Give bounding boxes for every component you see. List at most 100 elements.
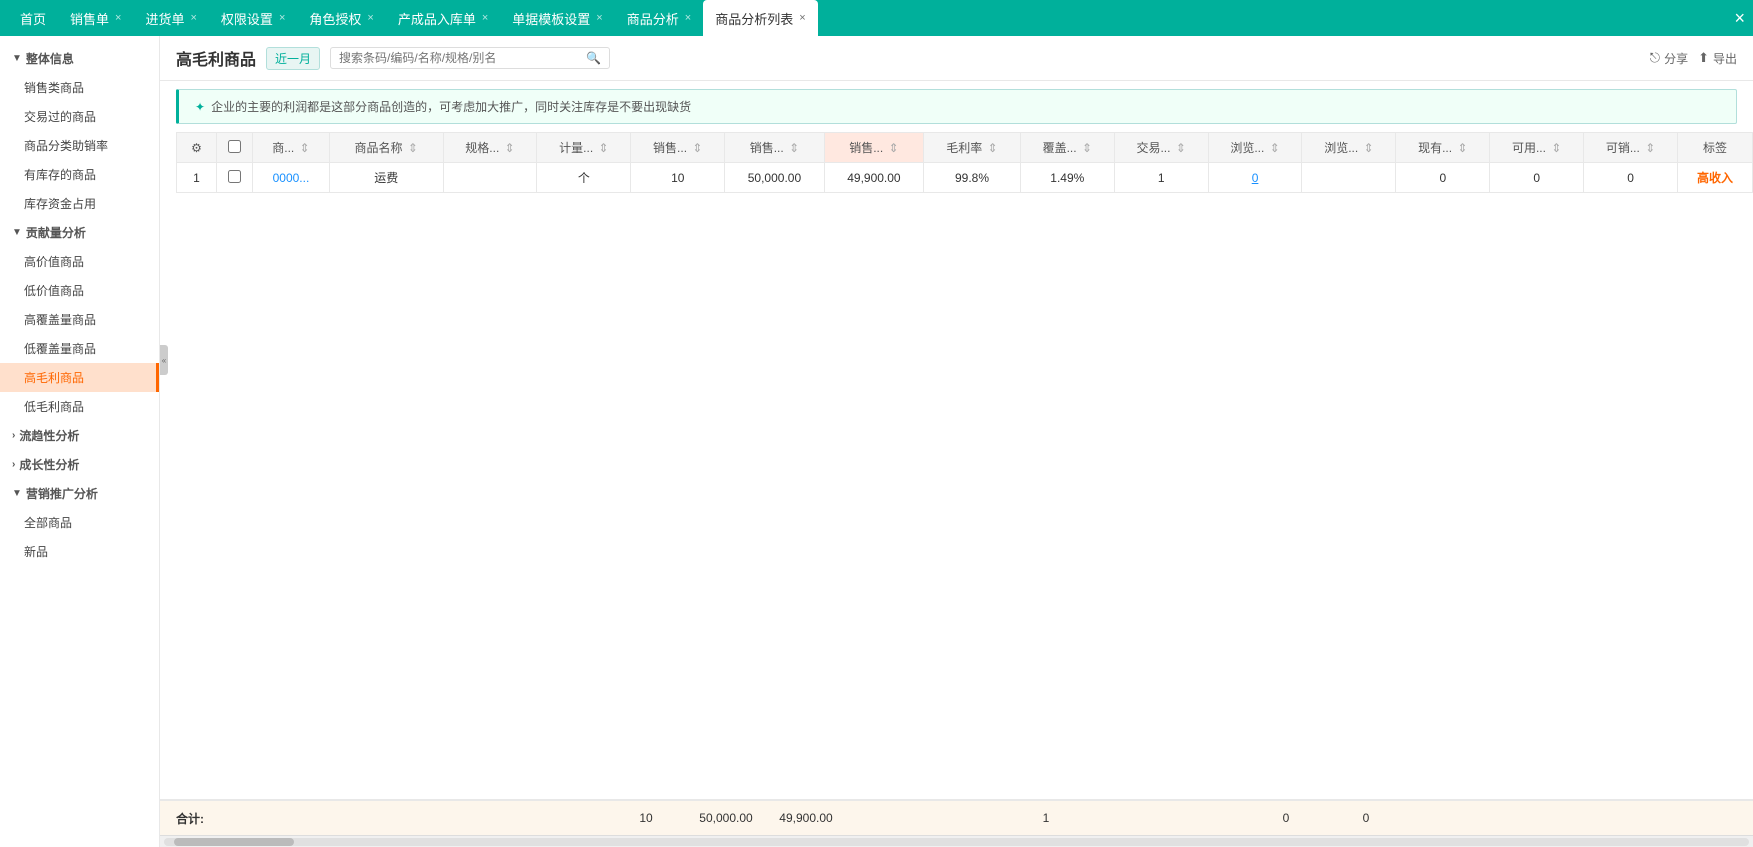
nav-template[interactable]: 单据模板设置 × bbox=[500, 0, 614, 36]
scrollbar-thumb[interactable] bbox=[174, 838, 294, 846]
col-code[interactable]: 商... ⇕ bbox=[253, 133, 330, 163]
settings-icon[interactable]: ⚙ bbox=[191, 141, 202, 155]
sidebar-item-category-rate[interactable]: 商品分类助销率 bbox=[0, 131, 159, 160]
col-settings[interactable]: ⚙ bbox=[177, 133, 217, 163]
col-sales1[interactable]: 销售... ⇕ bbox=[631, 133, 725, 163]
col-stock3[interactable]: 可销... ⇕ bbox=[1584, 133, 1678, 163]
sidebar-section-growth[interactable]: › 成长性分析 bbox=[0, 450, 159, 479]
nav-product-analysis-list[interactable]: 商品分析列表 × bbox=[703, 0, 817, 36]
sidebar-toggle[interactable]: « bbox=[160, 345, 168, 375]
search-input[interactable] bbox=[339, 51, 582, 65]
table-header-row: ⚙ 商... ⇕ 商品名称 ⇕ bbox=[177, 133, 1753, 163]
sort-unit-icon: ⇕ bbox=[599, 141, 609, 155]
col-unit[interactable]: 计量... ⇕ bbox=[537, 133, 631, 163]
close-template-tab[interactable]: × bbox=[596, 12, 602, 24]
col-stock1[interactable]: 现有... ⇕ bbox=[1396, 133, 1490, 163]
cell-code[interactable]: 0000... bbox=[253, 163, 330, 193]
export-icon: ⬆ bbox=[1698, 50, 1709, 66]
col-sales2[interactable]: 销售... ⇕ bbox=[725, 133, 824, 163]
sort-stock3-icon: ⇕ bbox=[1645, 141, 1655, 155]
sidebar-item-stock-goods[interactable]: 有库存的商品 bbox=[0, 160, 159, 189]
col-spec[interactable]: 规格... ⇕ bbox=[443, 133, 537, 163]
col-tag[interactable]: 标签 bbox=[1677, 133, 1752, 163]
col-gross-rate[interactable]: 毛利率 ⇕ bbox=[924, 133, 1021, 163]
nav-roles[interactable]: 角色授权 × bbox=[297, 0, 385, 36]
info-icon: ✦ bbox=[195, 100, 205, 114]
select-all-checkbox[interactable] bbox=[228, 140, 241, 153]
footer-sales2: 50,000.00 bbox=[686, 811, 766, 825]
close-all-tabs[interactable]: × bbox=[1734, 8, 1745, 29]
filter-recent-month[interactable]: 近一月 bbox=[266, 47, 320, 70]
cell-checkbox[interactable] bbox=[217, 163, 253, 193]
sidebar-item-traded-goods[interactable]: 交易过的商品 bbox=[0, 102, 159, 131]
bottom-scrollbar[interactable] bbox=[160, 835, 1753, 847]
cell-stock3: 0 bbox=[1584, 163, 1678, 193]
share-button[interactable]: ⎋ 分享 bbox=[1650, 50, 1688, 67]
sidebar-wrapper: ▼ 整体信息 销售类商品 交易过的商品 商品分类助销率 有库存的商品 库存资金占… bbox=[0, 36, 160, 847]
sidebar-section-trend[interactable]: › 流趋性分析 bbox=[0, 421, 159, 450]
sort-spec-icon: ⇕ bbox=[505, 141, 515, 155]
sidebar-section-contribution[interactable]: ▼ 贡献量分析 bbox=[0, 218, 159, 247]
close-permissions-tab[interactable]: × bbox=[279, 12, 285, 24]
cell-tag: 高收入 bbox=[1677, 163, 1752, 193]
arrow-growth: › bbox=[12, 459, 15, 470]
cell-gross-rate: 99.8% bbox=[924, 163, 1021, 193]
sort-transactions-icon: ⇕ bbox=[1176, 141, 1186, 155]
col-checkbox[interactable] bbox=[217, 133, 253, 163]
sidebar-item-high-margin[interactable]: 高毛利商品 bbox=[0, 363, 159, 392]
cell-unit: 个 bbox=[537, 163, 631, 193]
sidebar-item-high-value[interactable]: 高价值商品 bbox=[0, 247, 159, 276]
export-button[interactable]: ⬆ 导出 bbox=[1698, 50, 1737, 67]
sidebar-item-new-goods[interactable]: 新品 bbox=[0, 537, 159, 566]
top-nav: 首页 销售单 × 进货单 × 权限设置 × 角色授权 × 产成品入库单 × 单据… bbox=[0, 0, 1753, 36]
nav-permissions[interactable]: 权限设置 × bbox=[209, 0, 297, 36]
cell-browse2 bbox=[1302, 163, 1396, 193]
nav-purchase[interactable]: 进货单 × bbox=[133, 0, 208, 36]
nav-home[interactable]: 首页 bbox=[8, 0, 58, 36]
footer-stock1: 0 bbox=[1246, 811, 1326, 825]
sidebar-item-stock-capital[interactable]: 库存资金占用 bbox=[0, 189, 159, 218]
sidebar-section-overall[interactable]: ▼ 整体信息 bbox=[0, 44, 159, 73]
footer-stock2: 0 bbox=[1326, 811, 1406, 825]
sidebar-item-low-coverage[interactable]: 低覆盖量商品 bbox=[0, 334, 159, 363]
row-checkbox[interactable] bbox=[228, 170, 241, 183]
nav-sales[interactable]: 销售单 × bbox=[58, 0, 133, 36]
close-purchase-tab[interactable]: × bbox=[190, 12, 196, 24]
sidebar-item-sales-goods[interactable]: 销售类商品 bbox=[0, 73, 159, 102]
arrow-contribution: ▼ bbox=[12, 227, 22, 238]
search-icon[interactable]: 🔍 bbox=[586, 51, 601, 65]
col-transactions[interactable]: 交易... ⇕ bbox=[1114, 133, 1208, 163]
sidebar-item-low-value[interactable]: 低价值商品 bbox=[0, 276, 159, 305]
close-analysis-tab[interactable]: × bbox=[685, 12, 691, 24]
cell-seq: 1 bbox=[177, 163, 217, 193]
close-sales-tab[interactable]: × bbox=[115, 12, 121, 24]
cell-sales3: 49,900.00 bbox=[824, 163, 923, 193]
close-analysis-list-tab[interactable]: × bbox=[799, 12, 805, 24]
cell-stock2: 0 bbox=[1490, 163, 1584, 193]
footer-transactions: 1 bbox=[1006, 811, 1086, 825]
close-product-stock-tab[interactable]: × bbox=[482, 12, 488, 24]
sort-sales2-icon: ⇕ bbox=[789, 141, 799, 155]
sidebar-section-marketing[interactable]: ▼ 营销推广分析 bbox=[0, 479, 159, 508]
cell-transactions: 1 bbox=[1114, 163, 1208, 193]
col-sales3[interactable]: 销售... ⇕ bbox=[824, 133, 923, 163]
nav-product-stock[interactable]: 产成品入库单 × bbox=[386, 0, 500, 36]
nav-product-analysis[interactable]: 商品分析 × bbox=[615, 0, 703, 36]
cell-spec bbox=[443, 163, 537, 193]
cell-browse1[interactable]: 0 bbox=[1208, 163, 1302, 193]
col-browse2[interactable]: 浏览... ⇕ bbox=[1302, 133, 1396, 163]
col-coverage[interactable]: 覆盖... ⇕ bbox=[1020, 133, 1114, 163]
search-box[interactable]: 🔍 bbox=[330, 47, 610, 69]
sidebar-item-low-margin[interactable]: 低毛利商品 bbox=[0, 392, 159, 421]
share-icon: ⎋ bbox=[1650, 50, 1660, 66]
cell-sales1: 10 bbox=[631, 163, 725, 193]
sidebar-item-all-goods[interactable]: 全部商品 bbox=[0, 508, 159, 537]
col-browse1[interactable]: 浏览... ⇕ bbox=[1208, 133, 1302, 163]
sort-sales1-icon: ⇕ bbox=[692, 141, 702, 155]
close-roles-tab[interactable]: × bbox=[367, 12, 373, 24]
sidebar-item-high-coverage[interactable]: 高覆盖量商品 bbox=[0, 305, 159, 334]
col-stock2[interactable]: 可用... ⇕ bbox=[1490, 133, 1584, 163]
col-name[interactable]: 商品名称 ⇕ bbox=[329, 133, 443, 163]
cell-stock1: 0 bbox=[1396, 163, 1490, 193]
cell-coverage: 1.49% bbox=[1020, 163, 1114, 193]
